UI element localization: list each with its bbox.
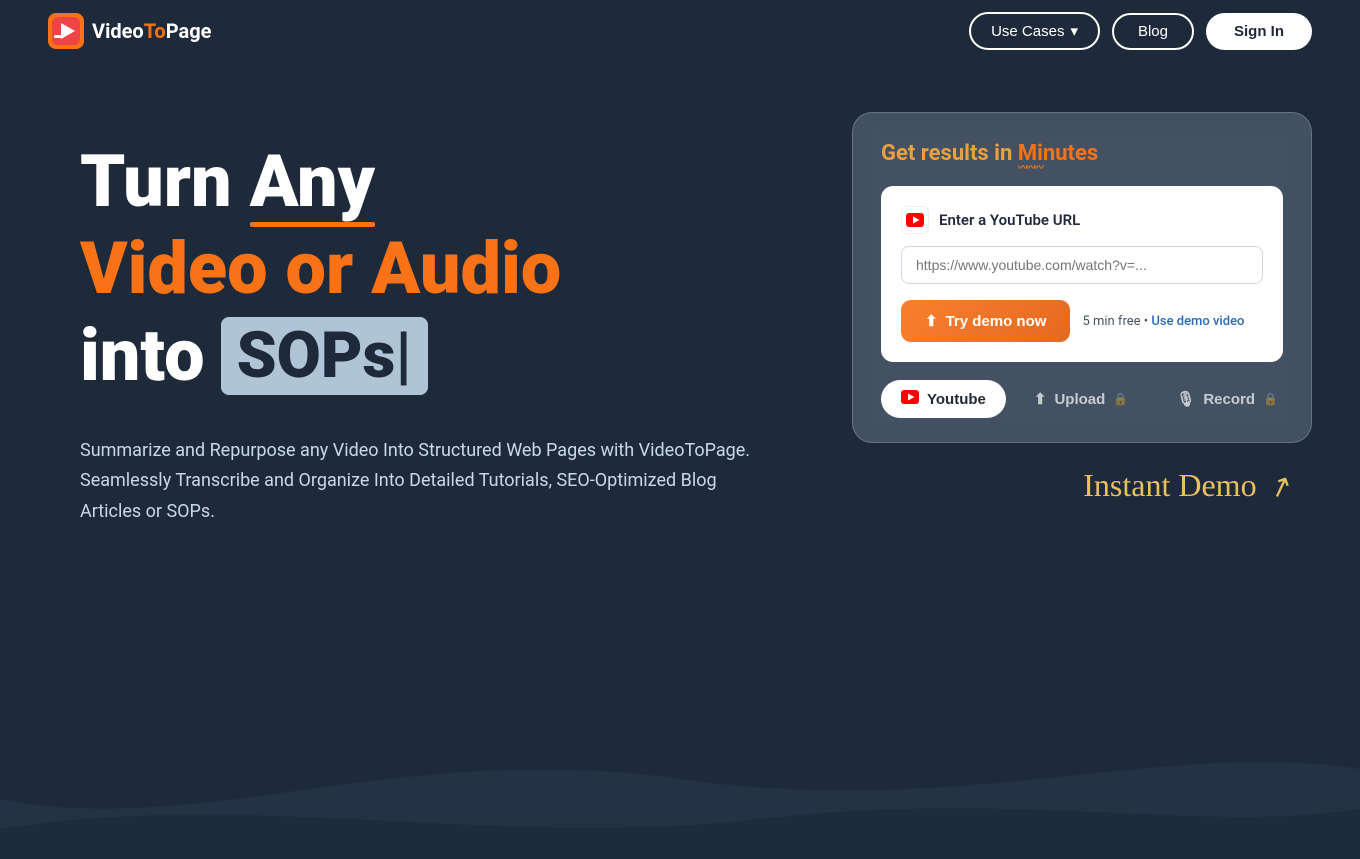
url-section: Enter a YouTube URL ⬆ Try demo now 5 min… — [881, 186, 1283, 362]
upload-tab-icon: ⬆ — [1034, 390, 1047, 408]
try-row: ⬆ Try demo now 5 min free • Use demo vid… — [901, 300, 1263, 342]
tab-upload[interactable]: ⬆ Upload 🔒 — [1014, 380, 1148, 418]
upload-lock-icon: 🔒 — [1113, 392, 1128, 406]
card-minutes: Minutes — [1018, 141, 1098, 166]
youtube-tab-icon — [901, 390, 919, 408]
use-demo-link[interactable]: Use demo video — [1151, 314, 1244, 329]
hero-card-area: Get results in Minutes Enter a YouTube U… — [852, 112, 1312, 504]
instant-demo-area: Instant Demo ↗ — [852, 467, 1312, 504]
hero-line2: Video or Audio — [80, 229, 760, 308]
logo: VideoToPage — [48, 13, 211, 49]
card-header: Get results in Minutes — [881, 141, 1283, 166]
logo-icon — [48, 13, 84, 49]
upload-icon: ⬆ — [925, 312, 938, 330]
hero-any: Any — [250, 142, 375, 221]
try-demo-button[interactable]: ⬆ Try demo now — [901, 300, 1070, 342]
tab-record[interactable]: 🎙 Record 🔒 — [1156, 380, 1298, 418]
hero-turn: Turn — [80, 139, 232, 224]
youtube-url-input[interactable] — [901, 246, 1263, 284]
signin-button[interactable]: Sign In — [1206, 13, 1312, 50]
instant-demo-text: Instant Demo — [1083, 467, 1256, 504]
blog-button[interactable]: Blog — [1112, 13, 1194, 50]
trial-info: 5 min free • Use demo video — [1082, 314, 1244, 329]
hero-line3: into SOPs| — [80, 316, 760, 395]
tab-youtube[interactable]: Youtube — [881, 380, 1006, 418]
conversion-card: Get results in Minutes Enter a YouTube U… — [852, 112, 1312, 443]
source-tabs: Youtube ⬆ Upload 🔒 🎙 Record 🔒 — [881, 380, 1283, 418]
hero-description: Summarize and Repurpose any Video Into S… — [80, 436, 760, 528]
hero-title: Turn Any Video or Audio into SOPs| — [80, 142, 760, 396]
hero-into: into — [80, 316, 205, 395]
url-label: Enter a YouTube URL — [901, 206, 1263, 234]
hero-sops: SOPs| — [221, 317, 428, 395]
hero-left: Turn Any Video or Audio into SOPs| Summa… — [80, 122, 760, 527]
wave-decoration — [0, 679, 1360, 859]
logo-text: VideoToPage — [92, 19, 211, 43]
chevron-down-icon: ▾ — [1070, 22, 1078, 40]
use-cases-button[interactable]: Use Cases ▾ — [969, 12, 1100, 50]
youtube-icon — [901, 206, 929, 234]
demo-arrow-icon: ↗ — [1264, 467, 1297, 506]
record-lock-icon: 🔒 — [1263, 392, 1278, 406]
mic-icon: 🎙 — [1176, 390, 1195, 408]
navbar: VideoToPage Use Cases ▾ Blog Sign In — [0, 0, 1360, 62]
main-content: Turn Any Video or Audio into SOPs| Summa… — [0, 62, 1360, 527]
nav-right: Use Cases ▾ Blog Sign In — [969, 12, 1312, 50]
